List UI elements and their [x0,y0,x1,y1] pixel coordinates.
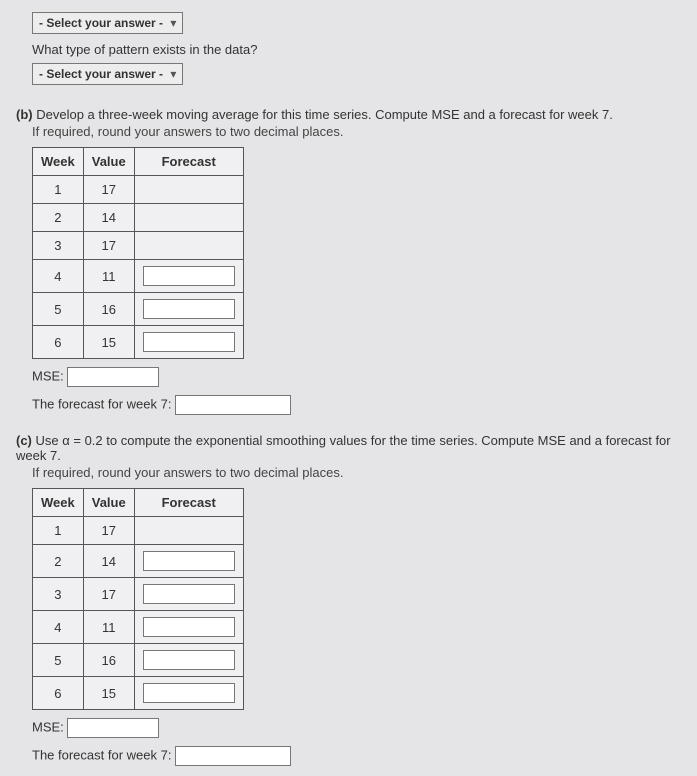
select-answer-2-label: - Select your answer - [39,67,163,81]
chevron-down-icon: ▾ [170,16,176,30]
select-answer-1[interactable]: - Select your answer - ▾ [32,12,183,34]
forecast-c-w2[interactable] [143,551,235,571]
mse-label: MSE: [32,719,64,734]
forecast-b-w4[interactable] [143,266,235,286]
mse-label: MSE: [32,368,64,383]
forecast7-b-row: The forecast for week 7: [32,395,683,415]
table-row: 214 [33,204,244,232]
table-b: Week Value Forecast 117 214 317 411 516 … [32,147,244,359]
part-b-sub: If required, round your answers to two d… [32,124,683,139]
part-c-label: (c) [16,433,32,448]
part-b-text: Develop a three-week moving average for … [36,107,613,122]
table-row: 516 [33,293,244,326]
question-pattern-text: What type of pattern exists in the data? [32,42,683,57]
forecast-c-w5[interactable] [143,650,235,670]
part-c-text: Use α = 0.2 to compute the exponential s… [16,433,671,463]
col-forecast: Forecast [134,489,243,517]
table-c: Week Value Forecast 117 214 317 411 516 … [32,488,244,710]
forecast7-c-input[interactable] [175,746,291,766]
forecast-b-w6[interactable] [143,332,235,352]
mse-b-row: MSE: [32,367,683,387]
table-row: 411 [33,260,244,293]
mse-c-input[interactable] [67,718,159,738]
table-row: 516 [33,644,244,677]
table-row: 214 [33,545,244,578]
col-value: Value [83,489,134,517]
col-week: Week [33,489,84,517]
forecast-c-w3[interactable] [143,584,235,604]
forecast-c-w4[interactable] [143,617,235,637]
table-row: 615 [33,326,244,359]
forecast7-c-row: The forecast for week 7: [32,746,683,766]
table-row: 117 [33,176,244,204]
part-c: (c) Use α = 0.2 to compute the exponenti… [16,433,683,463]
table-row: 317 [33,232,244,260]
mse-b-input[interactable] [67,367,159,387]
part-b-label: (b) [16,107,33,122]
forecast-c-w6[interactable] [143,683,235,703]
table-row: 615 [33,677,244,710]
select-answer-2[interactable]: - Select your answer - ▾ [32,63,183,85]
col-value: Value [83,148,134,176]
forecast7-label: The forecast for week 7: [32,747,171,762]
mse-c-row: MSE: [32,718,683,738]
forecast7-b-input[interactable] [175,395,291,415]
forecast-b-w5[interactable] [143,299,235,319]
table-row: 411 [33,611,244,644]
part-c-sub: If required, round your answers to two d… [32,465,683,480]
table-row: 317 [33,578,244,611]
table-header-row: Week Value Forecast [33,148,244,176]
select-answer-1-label: - Select your answer - [39,16,163,30]
chevron-down-icon: ▾ [170,67,176,81]
col-forecast: Forecast [134,148,243,176]
table-header-row: Week Value Forecast [33,489,244,517]
table-row: 117 [33,517,244,545]
col-week: Week [33,148,84,176]
part-b: (b) Develop a three-week moving average … [16,107,683,122]
forecast7-label: The forecast for week 7: [32,396,171,411]
